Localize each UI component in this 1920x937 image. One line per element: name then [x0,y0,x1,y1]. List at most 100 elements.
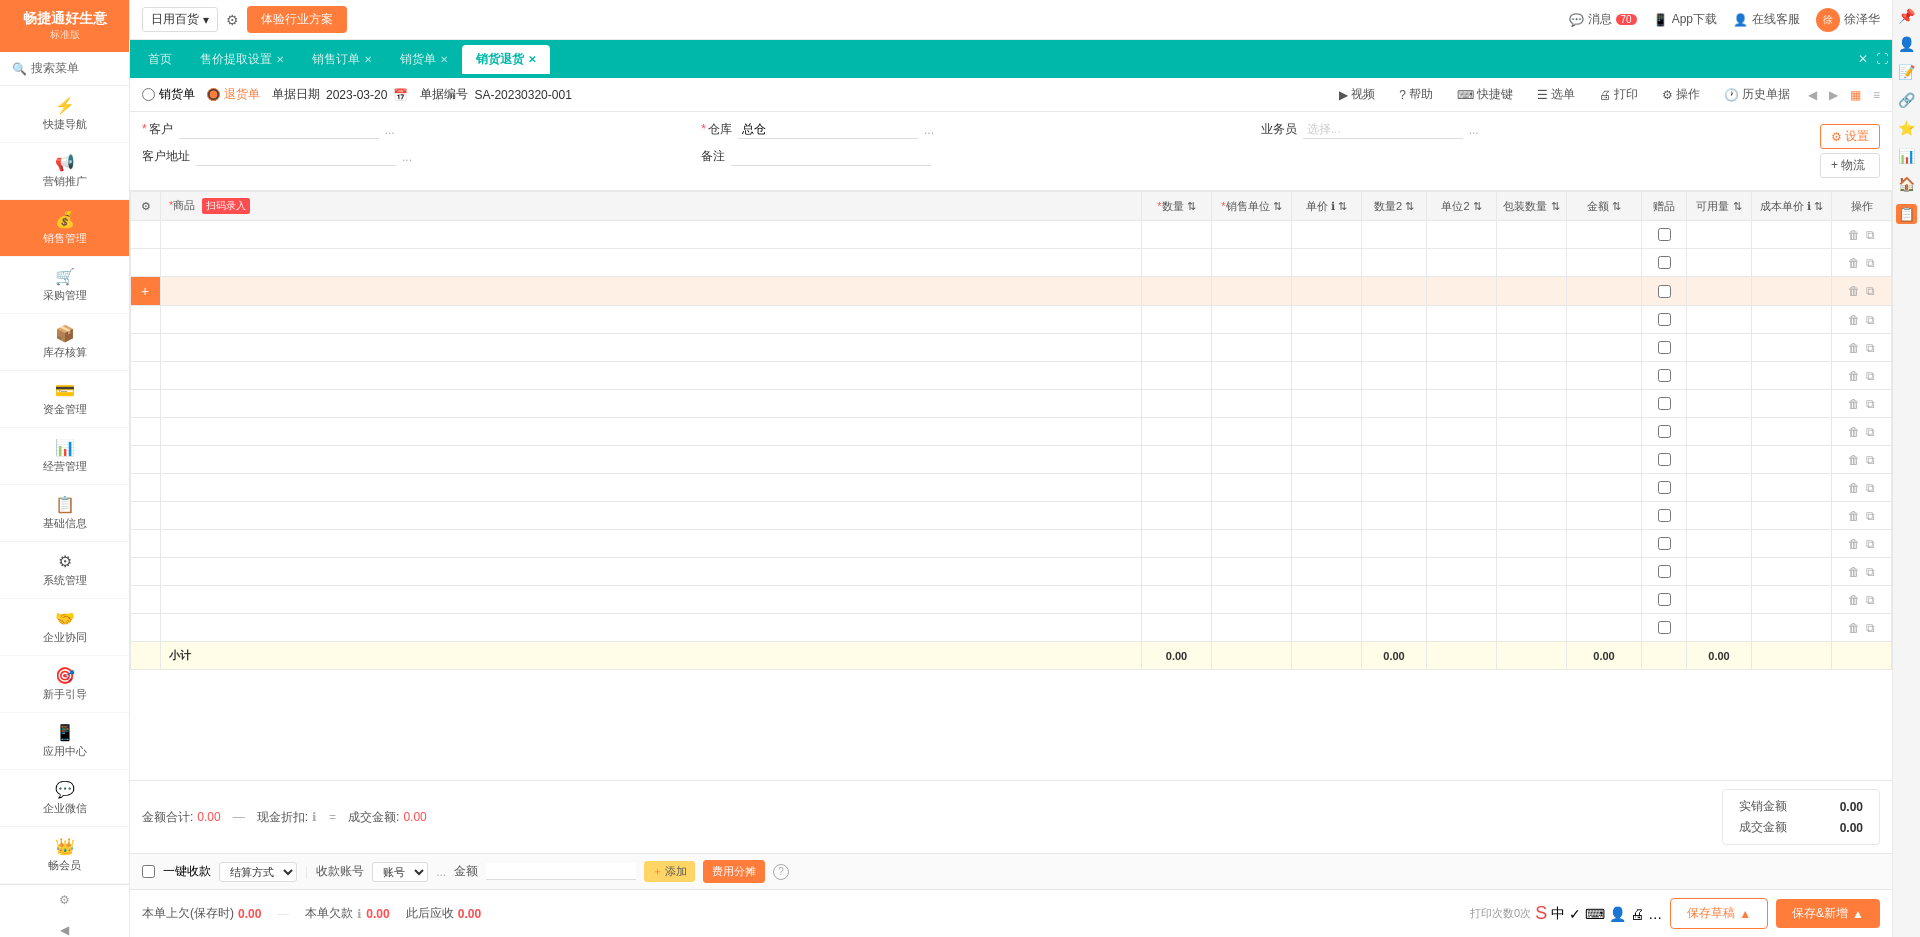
gift-checkbox[interactable] [1658,481,1671,494]
copy-row-icon[interactable]: ⧉ [1866,284,1875,298]
price-cell[interactable] [1292,418,1362,446]
delete-row-icon[interactable]: 🗑 [1848,453,1860,467]
sidebar-item-member[interactable]: 👑 畅会员 [0,827,129,884]
delete-row-icon[interactable]: 🗑 [1848,397,1860,411]
gift-cell[interactable] [1642,558,1687,586]
add-payment-btn[interactable]: ＋ 添加 [644,861,695,882]
gift-cell[interactable] [1642,530,1687,558]
copy-row-icon[interactable]: ⧉ [1866,621,1875,635]
gift-checkbox[interactable] [1658,425,1671,438]
copy-row-icon[interactable]: ⧉ [1866,228,1875,242]
sidebar-search[interactable]: 🔍 搜索菜单 [0,52,129,86]
qty-cell[interactable] [1142,614,1212,642]
topbar-settings-icon[interactable]: ⚙ [226,12,239,28]
price-cell[interactable] [1292,530,1362,558]
trial-btn[interactable]: 体验行业方案 [247,6,347,33]
gift-checkbox[interactable] [1658,537,1671,550]
unit2-cell[interactable] [1427,614,1497,642]
copy-row-icon[interactable]: ⧉ [1866,593,1875,607]
copy-row-icon[interactable]: ⧉ [1866,369,1875,383]
salesperson-input[interactable] [1303,120,1463,139]
avail-cell[interactable] [1687,306,1752,334]
amount-cell[interactable] [1567,586,1642,614]
price-cell[interactable] [1292,558,1362,586]
unit2-cell[interactable] [1427,221,1497,249]
sidebar-item-wechat[interactable]: 💬 企业微信 [0,770,129,827]
amount-cell[interactable] [1567,614,1642,642]
gift-cell[interactable] [1642,249,1687,277]
product-input[interactable] [165,285,1137,297]
unit2-cell[interactable] [1427,474,1497,502]
qty-cell[interactable] [1142,502,1212,530]
right-icon-5[interactable]: ⭐ [1898,120,1915,136]
radio-sales[interactable]: 销货单 [142,86,195,103]
gift-cell[interactable] [1642,474,1687,502]
qty2-cell[interactable] [1362,418,1427,446]
account-dots[interactable]: ... [436,865,446,879]
cost-cell[interactable] [1752,502,1832,530]
gift-checkbox[interactable] [1658,593,1671,606]
avail-cell[interactable] [1687,446,1752,474]
avail-cell[interactable] [1687,558,1752,586]
unit-cell[interactable] [1212,530,1292,558]
qty-cell[interactable] [1142,221,1212,249]
tab-close-icon[interactable]: ✕ [276,54,284,65]
delete-row-icon[interactable]: 🗑 [1848,565,1860,579]
tab-sales-return[interactable]: 销货退货 ✕ [462,45,550,74]
unit-cell[interactable] [1212,306,1292,334]
gift-checkbox[interactable] [1658,565,1671,578]
qty2-cell[interactable] [1362,474,1427,502]
history-btn[interactable]: 🕐 历史单据 [1718,84,1796,105]
unit-cell[interactable] [1212,558,1292,586]
amount-cell[interactable] [1567,221,1642,249]
amount-cell[interactable] [1567,390,1642,418]
tab-close-icon[interactable]: ✕ [528,54,536,65]
sidebar-item-marketing[interactable]: 📢 营销推广 [0,143,129,200]
customer-dots[interactable]: ... [385,123,395,137]
avail-cell[interactable] [1687,221,1752,249]
account-select[interactable]: 账号 [372,862,428,882]
copy-row-icon[interactable]: ⧉ [1866,341,1875,355]
sidebar-item-finance[interactable]: 💳 资金管理 [0,371,129,428]
gift-checkbox[interactable] [1658,313,1671,326]
right-icon-8[interactable]: 📋 [1896,204,1917,224]
qty2-cell[interactable] [1362,334,1427,362]
unit-cell[interactable] [1212,277,1292,306]
sidebar-item-inventory[interactable]: 📦 库存核算 [0,314,129,371]
qty2-cell[interactable] [1362,614,1427,642]
copy-row-icon[interactable]: ⧉ [1866,313,1875,327]
calendar-icon[interactable]: 📅 [393,88,408,102]
amount-cell[interactable] [1567,249,1642,277]
gift-checkbox[interactable] [1658,397,1671,410]
pkgqty-cell[interactable] [1497,502,1567,530]
delete-row-icon[interactable]: 🗑 [1848,341,1860,355]
amount-cell[interactable] [1567,558,1642,586]
price-cell[interactable] [1292,249,1362,277]
avail-cell[interactable] [1687,334,1752,362]
sidebar-collapse-btn[interactable]: ◀ [0,915,129,937]
avail-cell[interactable] [1687,390,1752,418]
tab-sales-delivery[interactable]: 销货单 ✕ [386,45,462,74]
qty-cell[interactable] [1142,362,1212,390]
price-cell[interactable] [1292,390,1362,418]
sidebar-item-system[interactable]: ⚙ 系统管理 [0,542,129,599]
radio-return-input[interactable] [207,88,220,101]
unit-cell[interactable] [1212,249,1292,277]
help-btn[interactable]: ? 帮助 [1393,84,1439,105]
price-cell[interactable] [1292,474,1362,502]
sidebar-settings-btn[interactable]: ⚙ [0,885,129,915]
cost-cell[interactable] [1752,277,1832,306]
gift-checkbox[interactable] [1658,369,1671,382]
price-cell[interactable] [1292,586,1362,614]
settings-btn[interactable]: ⚙ 设置 [1820,124,1880,149]
pkgqty-cell[interactable] [1497,614,1567,642]
unit-cell[interactable] [1212,614,1292,642]
qty-cell[interactable] [1142,418,1212,446]
onestep-checkbox[interactable] [142,865,155,878]
price-cell[interactable] [1292,362,1362,390]
address-dots[interactable]: ... [402,150,412,164]
pkgqty-cell[interactable] [1497,334,1567,362]
sidebar-item-enterprise[interactable]: 🤝 企业协同 [0,599,129,656]
maximize-icon[interactable]: ⛶ [1876,52,1888,66]
gift-checkbox[interactable] [1658,228,1671,241]
